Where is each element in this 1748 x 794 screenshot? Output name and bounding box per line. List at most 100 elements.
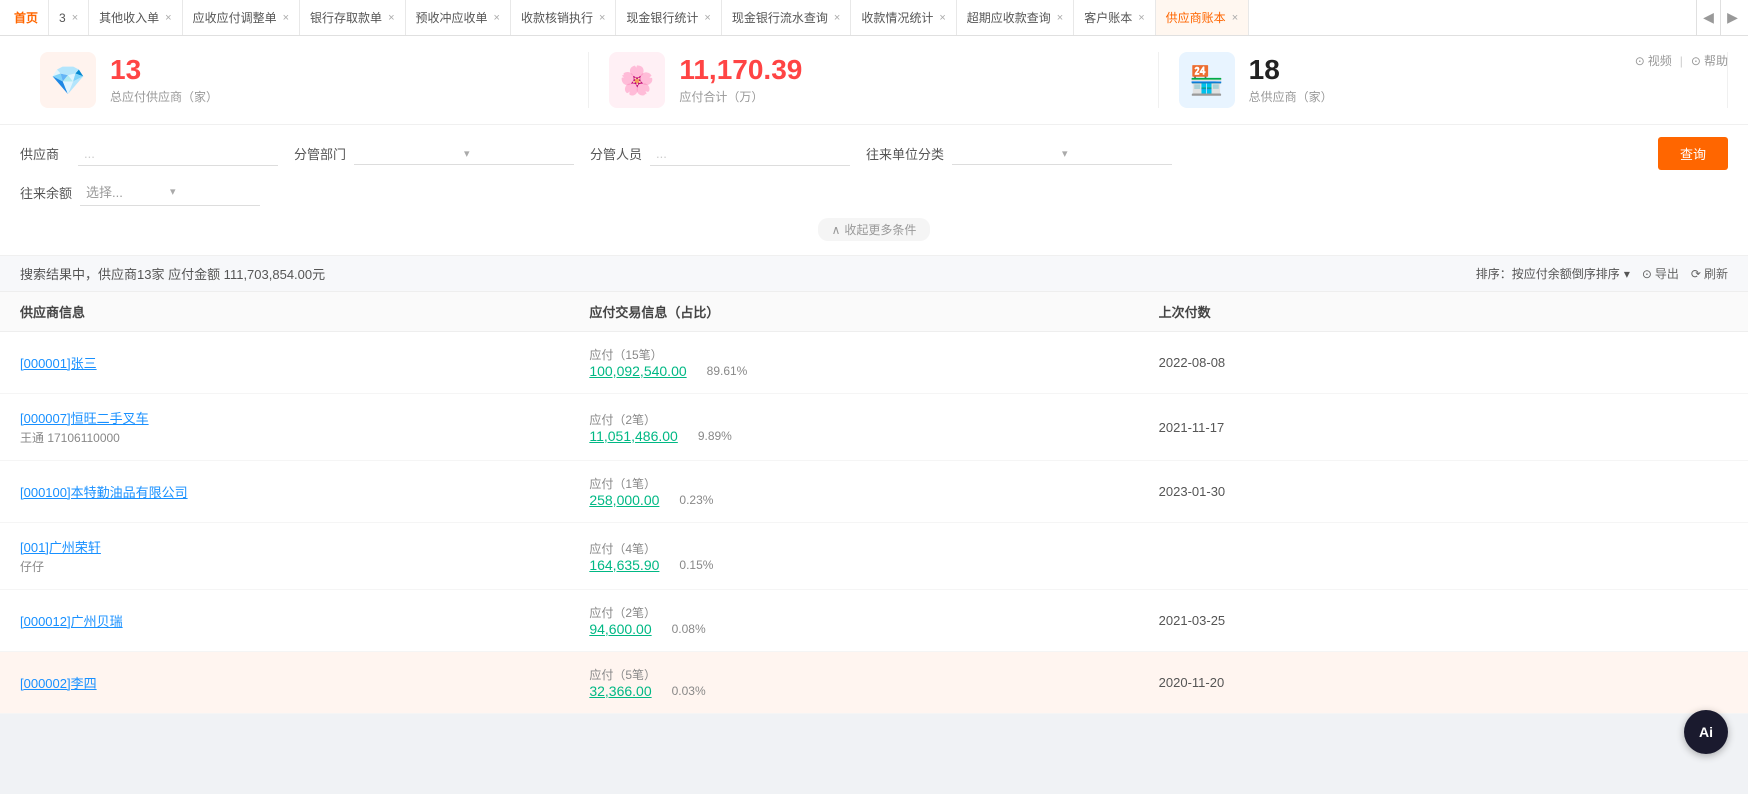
video-link[interactable]: ⊙ 视频: [1635, 52, 1672, 69]
nav-tab-bank-deposit-label: 银行存取款单: [310, 9, 382, 26]
balance-select-value: 选择...: [86, 182, 170, 201]
summary-item-payable-suppliers: 💎 13 总应付供应商（家）: [20, 52, 589, 108]
collapse-bar: ∧ 收起更多条件: [20, 214, 1728, 245]
total-payable-label: 应付合计（万）: [679, 88, 802, 105]
result-actions: 排序：按应付余额倒序排序 ▾ ⊙ 导出 ⟳ 刷新: [1476, 265, 1728, 282]
payable-suppliers-label: 总应付供应商（家）: [110, 88, 218, 105]
nav-tab-ap-adjust[interactable]: 应收应付调整单 ×: [183, 0, 300, 36]
nav-tab-other-income-label: 其他收入单: [99, 9, 159, 26]
last-pay: 2023-01-30: [1159, 484, 1728, 499]
nav-tab-advance-collection[interactable]: 预收冲应收单 ×: [406, 0, 511, 36]
result-bar: 搜索结果中，供应商13家 应付金额 111,703,854.00元 排序：按应付…: [0, 256, 1748, 292]
nav-tab-3[interactable]: 3 ×: [49, 0, 89, 36]
nav-tab-collection-exec-label: 收款核销执行: [521, 9, 593, 26]
query-button[interactable]: 查询: [1658, 137, 1728, 170]
table-row: [000012]广州贝瑞 应付（2笔） 94,600.00 0.08% 2021…: [0, 590, 1748, 652]
dept-filter-select[interactable]: ▾: [354, 143, 574, 165]
nav-tab-cash-bank-stats-label: 现金银行统计: [626, 9, 698, 26]
tx-amount[interactable]: 32,366.00: [589, 683, 651, 699]
close-icon[interactable]: ×: [165, 12, 171, 24]
supplier-link[interactable]: [000001]张三: [20, 353, 589, 372]
last-pay: 2020-11-20: [1159, 675, 1728, 690]
table-row: [001]广州荣轩 仔仔 应付（4笔） 164,635.90 0.15%: [0, 523, 1748, 590]
table-row: [000002]李四 应付（5笔） 32,366.00 0.03% 2020-1…: [0, 652, 1748, 714]
tx-info: 应付（4笔） 164,635.90 0.15%: [589, 540, 1158, 573]
nav-tab-ap-adjust-label: 应收应付调整单: [193, 9, 277, 26]
tx-pct: 0.15%: [679, 558, 713, 572]
supplier-link[interactable]: [000002]李四: [20, 673, 589, 692]
tx-label: 应付（15笔）: [589, 346, 1158, 363]
dept-filter-label: 分管部门: [294, 144, 346, 163]
nav-tab-bank-deposit[interactable]: 银行存取款单 ×: [300, 0, 405, 36]
close-icon[interactable]: ×: [939, 12, 945, 24]
filter-area: 供应商 分管部门 ▾ 分管人员 往来单位分类 ▾ 查询 往来余额 选择: [0, 125, 1748, 256]
nav-next-button[interactable]: ▶: [1720, 0, 1744, 36]
supplier-link[interactable]: [000012]广州贝瑞: [20, 611, 589, 630]
person-filter-input[interactable]: [650, 142, 850, 166]
nav-prev-button[interactable]: ◀: [1696, 0, 1720, 36]
tx-label: 应付（4笔）: [589, 540, 1158, 557]
nav-tab-collection-stats[interactable]: 收款情况统计 ×: [851, 0, 956, 36]
filter-balance: 往来余额 选择... ▾: [20, 178, 260, 206]
supplier-filter-input[interactable]: [78, 142, 278, 166]
nav-tab-cash-bank-stats[interactable]: 现金银行统计 ×: [616, 0, 721, 36]
supplier-link[interactable]: [000007]恒旺二手叉车: [20, 408, 589, 427]
sort-label: 排序：按应付余额倒序排序: [1476, 265, 1620, 282]
close-icon[interactable]: ×: [1232, 12, 1238, 24]
tx-pct: 0.08%: [672, 622, 706, 636]
close-icon[interactable]: ×: [388, 12, 394, 24]
close-icon[interactable]: ×: [72, 12, 78, 24]
balance-filter-select[interactable]: 选择... ▾: [80, 178, 260, 206]
total-suppliers-text: 18 总供应商（家）: [1249, 55, 1333, 105]
help-link[interactable]: ⊙ 帮助: [1691, 52, 1728, 69]
close-icon[interactable]: ×: [1057, 12, 1063, 24]
close-icon[interactable]: ×: [599, 12, 605, 24]
chevron-down-icon: ▾: [464, 147, 568, 160]
tx-amount[interactable]: 258,000.00: [589, 492, 659, 508]
refresh-label: 刷新: [1704, 265, 1728, 282]
supplier-link[interactable]: [000100]本特勤油品有限公司: [20, 482, 589, 501]
sort-select[interactable]: 排序：按应付余额倒序排序 ▾: [1476, 265, 1630, 282]
main-table: 供应商信息 应付交易信息（占比） 上次付数 [000001]张三 应付（15笔）…: [0, 292, 1748, 714]
nav-tab-cash-flow-query-label: 现金银行流水查询: [732, 9, 828, 26]
nav-tab-customer-account-label: 客户账本: [1084, 9, 1132, 26]
close-icon[interactable]: ×: [834, 12, 840, 24]
nav-tab-cash-flow-query[interactable]: 现金银行流水查询 ×: [722, 0, 851, 36]
last-pay: 2022-08-08: [1159, 355, 1728, 370]
col-header-tx: 应付交易信息（占比）: [589, 302, 1158, 321]
tx-amount[interactable]: 164,635.90: [589, 557, 659, 573]
supplier-link[interactable]: [001]广州荣轩: [20, 537, 589, 556]
tx-info: 应付（1笔） 258,000.00 0.23%: [589, 475, 1158, 508]
nav-tab-home-label: 首页: [14, 9, 38, 26]
close-icon[interactable]: ×: [704, 12, 710, 24]
total-payable-icon: 🌸: [609, 52, 665, 108]
close-icon[interactable]: ×: [1138, 12, 1144, 24]
table-row: [000100]本特勤油品有限公司 应付（1笔） 258,000.00 0.23…: [0, 461, 1748, 523]
last-pay: 2021-03-25: [1159, 613, 1728, 628]
refresh-button[interactable]: ⟳ 刷新: [1691, 265, 1728, 282]
nav-tab-collection-exec[interactable]: 收款核销执行 ×: [511, 0, 616, 36]
filter-category: 往来单位分类 ▾: [866, 143, 1172, 165]
nav-tab-supplier-account[interactable]: 供应商账本 ×: [1156, 0, 1249, 36]
tx-amount[interactable]: 11,051,486.00: [589, 428, 678, 444]
export-button[interactable]: ⊙ 导出: [1642, 265, 1679, 282]
nav-tab-customer-account[interactable]: 客户账本 ×: [1074, 0, 1155, 36]
tx-amount[interactable]: 94,600.00: [589, 621, 651, 637]
nav-arrows: ◀ ▶: [1696, 0, 1744, 36]
tx-amount[interactable]: 100,092,540.00: [589, 363, 686, 379]
close-icon[interactable]: ×: [494, 12, 500, 24]
person-filter-label: 分管人员: [590, 144, 642, 163]
ai-button[interactable]: Ai: [1684, 710, 1728, 754]
collapse-button[interactable]: ∧ 收起更多条件: [818, 218, 931, 241]
nav-tab-home[interactable]: 首页: [4, 0, 49, 36]
supplier-info: [000001]张三: [20, 353, 589, 372]
nav-tab-overdue-query[interactable]: 超期应收款查询 ×: [957, 0, 1074, 36]
tx-pct: 89.61%: [707, 364, 748, 378]
summary-item-total-payable: 🌸 11,170.39 应付合计（万）: [589, 52, 1158, 108]
close-icon[interactable]: ×: [283, 12, 289, 24]
nav-tab-advance-collection-label: 预收冲应收单: [416, 9, 488, 26]
tx-label: 应付（2笔）: [589, 411, 1158, 428]
nav-tab-other-income[interactable]: 其他收入单 ×: [89, 0, 182, 36]
divider: |: [1680, 54, 1683, 68]
category-filter-select[interactable]: ▾: [952, 143, 1172, 165]
